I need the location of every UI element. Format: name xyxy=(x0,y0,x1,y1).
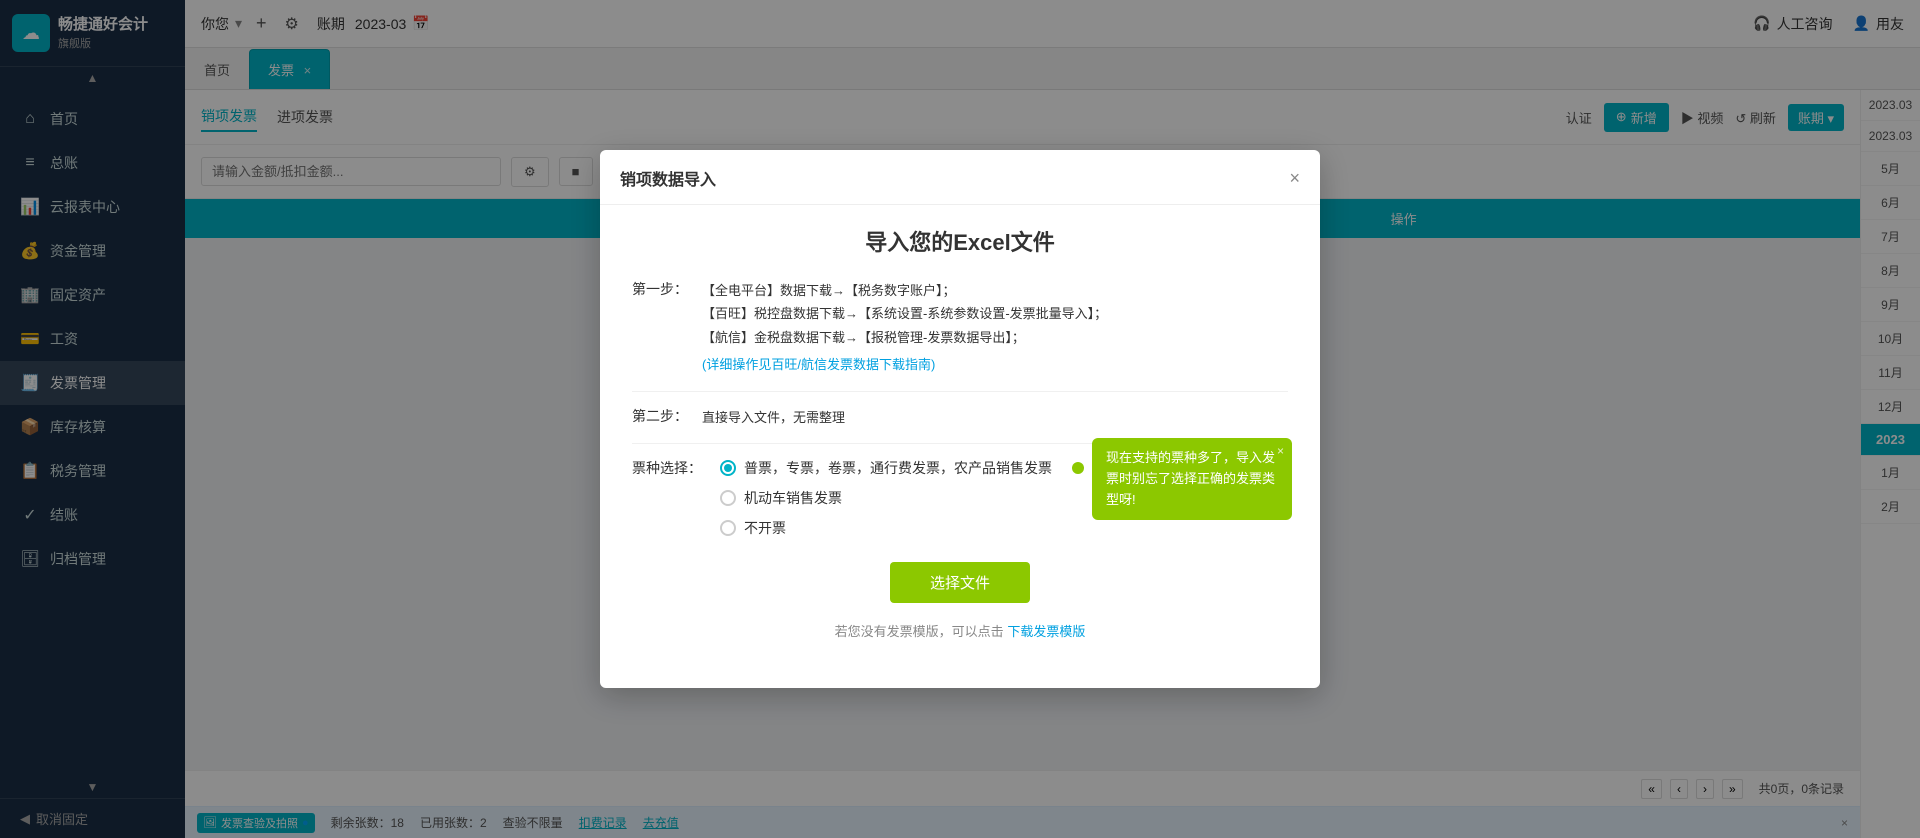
radio-item-normal: 普票，专票，卷票，通行费发票，农产品销售发票 × 现在支持的票种多了，导入发票时… xyxy=(720,458,1084,478)
tooltip-text: 现在支持的票种多了，导入发票时别忘了选择正确的发票类型呀! xyxy=(1106,450,1275,507)
tooltip-bubble: × 现在支持的票种多了，导入发票时别忘了选择正确的发票类型呀! xyxy=(1092,438,1292,520)
radio-nonticket-circle xyxy=(720,520,736,536)
step1-guide-link[interactable]: (详细操作见百旺/航信发票数据下载指南) xyxy=(702,357,935,372)
radio-nonticket-label: 不开票 xyxy=(744,518,786,538)
ticket-label: 票种选择： xyxy=(632,458,702,478)
step2-label: 第二步： xyxy=(632,406,692,429)
import-modal: 销项数据导入 × 导入您的Excel文件 第一步： 【全电平台】数据下载→【税务… xyxy=(600,150,1320,688)
step1-content: 【全电平台】数据下载→【税务数字账户】； 【百旺】税控盘数据下载→【系统设置-系… xyxy=(702,279,1107,377)
step2-content: 直接导入文件，无需整理 xyxy=(702,406,845,429)
step1-row: 第一步： 【全电平台】数据下载→【税务数字账户】； 【百旺】税控盘数据下载→【系… xyxy=(632,279,1288,377)
footer-note-text: 若您没有发票模版，可以点击 xyxy=(835,624,1004,639)
modal-close-button[interactable]: × xyxy=(1289,168,1300,189)
select-file-button[interactable]: 选择文件 xyxy=(890,562,1030,603)
radio-normal-label: 普票，专票，卷票，通行费发票，农产品销售发票 xyxy=(744,458,1052,478)
radio-motor-label: 机动车销售发票 xyxy=(744,488,842,508)
modal-body: 导入您的Excel文件 第一步： 【全电平台】数据下载→【税务数字账户】； 【百… xyxy=(600,205,1320,660)
modal-title: 销项数据导入 xyxy=(620,166,716,190)
modal-overlay: 销项数据导入 × 导入您的Excel文件 第一步： 【全电平台】数据下载→【税务… xyxy=(0,0,1920,838)
radio-normal-circle xyxy=(720,460,736,476)
modal-main-title: 导入您的Excel文件 xyxy=(632,225,1288,257)
ticket-selection-row: 票种选择： 普票，专票，卷票，通行费发票，农产品销售发票 xyxy=(632,458,1288,538)
step1-line1: 【全电平台】数据下载→【税务数字账户】； xyxy=(702,279,1107,302)
step2-row: 第二步： 直接导入文件，无需整理 xyxy=(632,406,1288,429)
radio-motor-circle xyxy=(720,490,736,506)
modal-header: 销项数据导入 × xyxy=(600,150,1320,205)
download-template-link[interactable]: 下载发票模版 xyxy=(1007,624,1085,639)
divider xyxy=(632,391,1288,392)
tooltip-anchor-dot xyxy=(1072,462,1084,474)
step1-label: 第一步： xyxy=(632,279,692,377)
step1-line2: 【百旺】税控盘数据下载→【系统设置-系统参数设置-发票批量导入】； xyxy=(702,302,1107,325)
step1-line3: 【航信】金税盘数据下载→【报税管理-发票数据导出】； xyxy=(702,326,1107,349)
tooltip-close-btn[interactable]: × xyxy=(1277,442,1284,461)
radio-item-motor[interactable]: 机动车销售发票 xyxy=(720,488,1084,508)
radio-item-nonticket[interactable]: 不开票 xyxy=(720,518,1084,538)
radio-group: 普票，专票，卷票，通行费发票，农产品销售发票 × 现在支持的票种多了，导入发票时… xyxy=(720,458,1084,538)
modal-footer-note: 若您没有发票模版，可以点击 下载发票模版 xyxy=(632,621,1288,640)
